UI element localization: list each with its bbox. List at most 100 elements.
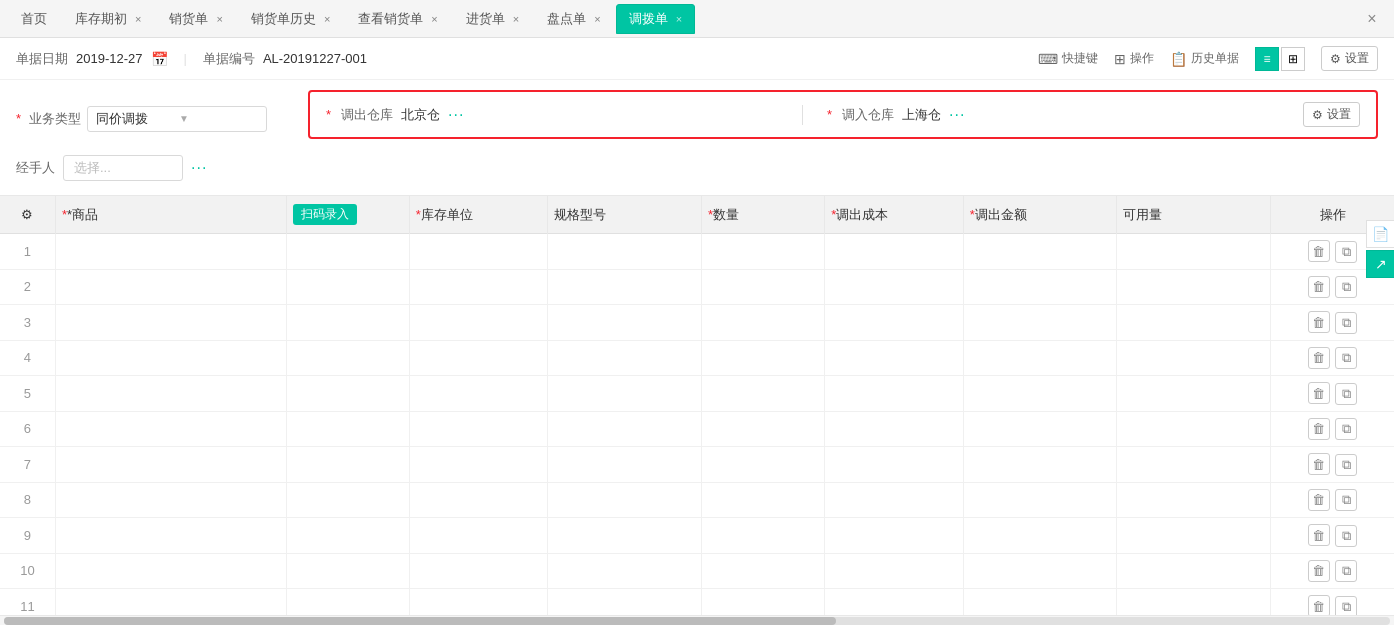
row-qty[interactable] — [702, 411, 825, 447]
row-qty[interactable] — [702, 589, 825, 616]
th-gear[interactable]: ⚙ — [0, 196, 55, 234]
row-copy-btn[interactable]: ⧉ — [1335, 347, 1357, 369]
row-cost[interactable] — [825, 482, 963, 518]
row-qty[interactable] — [702, 518, 825, 554]
row-unit[interactable] — [409, 482, 547, 518]
business-type-select[interactable]: 同价调拨 ▼ — [87, 106, 267, 132]
warehouse-out-more[interactable]: ··· — [448, 106, 464, 124]
tab-sales-order[interactable]: 销货单 × — [156, 4, 235, 34]
row-spec[interactable] — [548, 411, 702, 447]
warehouse-settings-button[interactable]: ⚙ 设置 — [1303, 102, 1360, 127]
tab-transfer[interactable]: 调拨单 × — [616, 4, 695, 34]
tab-view-sales[interactable]: 查看销货单 × — [345, 4, 450, 34]
row-delete-btn[interactable]: 🗑 — [1308, 382, 1330, 404]
row-delete-btn[interactable]: 🗑 — [1308, 453, 1330, 475]
row-product[interactable] — [55, 305, 286, 341]
row-cost[interactable] — [825, 447, 963, 483]
row-copy-btn[interactable]: ⧉ — [1335, 454, 1357, 476]
row-amount[interactable] — [963, 269, 1117, 305]
row-delete-btn[interactable]: 🗑 — [1308, 276, 1330, 298]
float-doc-button[interactable]: 📄 — [1366, 220, 1394, 248]
row-copy-btn[interactable]: ⧉ — [1335, 418, 1357, 440]
tab-sales-history[interactable]: 销货单历史 × — [238, 4, 343, 34]
row-amount[interactable] — [963, 305, 1117, 341]
row-delete-btn[interactable]: 🗑 — [1308, 311, 1330, 333]
handler-more[interactable]: ··· — [191, 159, 207, 177]
row-copy-btn[interactable]: ⧉ — [1335, 560, 1357, 582]
row-unit[interactable] — [409, 553, 547, 589]
row-product[interactable] — [55, 411, 286, 447]
row-cost[interactable] — [825, 376, 963, 412]
row-cost[interactable] — [825, 305, 963, 341]
tab-view-sales-close[interactable]: × — [431, 13, 437, 25]
row-cost[interactable] — [825, 518, 963, 554]
row-cost[interactable] — [825, 269, 963, 305]
row-delete-btn[interactable]: 🗑 — [1308, 595, 1330, 615]
tab-inventory-init[interactable]: 库存期初 × — [62, 4, 154, 34]
row-copy-btn[interactable]: ⧉ — [1335, 489, 1357, 511]
row-unit[interactable] — [409, 518, 547, 554]
row-amount[interactable] — [963, 482, 1117, 518]
layout-list-button[interactable]: ≡ — [1255, 47, 1279, 71]
row-product[interactable] — [55, 234, 286, 270]
tab-purchase-order[interactable]: 进货单 × — [453, 4, 532, 34]
row-amount[interactable] — [963, 411, 1117, 447]
horizontal-scrollbar[interactable] — [0, 615, 1394, 625]
row-amount[interactable] — [963, 376, 1117, 412]
row-copy-btn[interactable]: ⧉ — [1335, 525, 1357, 547]
tab-inventory-init-close[interactable]: × — [135, 13, 141, 25]
row-qty[interactable] — [702, 447, 825, 483]
row-spec[interactable] — [548, 376, 702, 412]
row-cost[interactable] — [825, 234, 963, 270]
row-delete-btn[interactable]: 🗑 — [1308, 560, 1330, 582]
shortcuts-button[interactable]: ⌨ 快捷键 — [1038, 50, 1098, 67]
row-spec[interactable] — [548, 518, 702, 554]
settings-button[interactable]: ⚙ 设置 — [1321, 46, 1378, 71]
row-copy-btn[interactable]: ⧉ — [1335, 276, 1357, 298]
row-unit[interactable] — [409, 269, 547, 305]
scrollbar-thumb[interactable] — [4, 617, 836, 625]
row-qty[interactable] — [702, 553, 825, 589]
row-product[interactable] — [55, 482, 286, 518]
row-copy-btn[interactable]: ⧉ — [1335, 312, 1357, 334]
row-product[interactable] — [55, 553, 286, 589]
row-qty[interactable] — [702, 269, 825, 305]
row-amount[interactable] — [963, 234, 1117, 270]
row-amount[interactable] — [963, 340, 1117, 376]
row-spec[interactable] — [548, 340, 702, 376]
row-amount[interactable] — [963, 447, 1117, 483]
row-amount[interactable] — [963, 589, 1117, 616]
row-cost[interactable] — [825, 340, 963, 376]
warehouse-in-more[interactable]: ··· — [949, 106, 965, 124]
tab-stocktake-close[interactable]: × — [594, 13, 600, 25]
row-spec[interactable] — [548, 482, 702, 518]
row-cost[interactable] — [825, 553, 963, 589]
row-spec[interactable] — [548, 269, 702, 305]
row-delete-btn[interactable]: 🗑 — [1308, 240, 1330, 262]
row-spec[interactable] — [548, 589, 702, 616]
row-qty[interactable] — [702, 340, 825, 376]
row-unit[interactable] — [409, 234, 547, 270]
row-amount[interactable] — [963, 518, 1117, 554]
row-delete-btn[interactable]: 🗑 — [1308, 489, 1330, 511]
row-copy-btn[interactable]: ⧉ — [1335, 383, 1357, 405]
row-qty[interactable] — [702, 234, 825, 270]
tab-stocktake[interactable]: 盘点单 × — [534, 4, 613, 34]
handler-select[interactable]: 选择... — [63, 155, 183, 181]
row-spec[interactable] — [548, 447, 702, 483]
calendar-icon[interactable]: 📅 — [151, 51, 168, 67]
row-product[interactable] — [55, 518, 286, 554]
row-product[interactable] — [55, 447, 286, 483]
row-product[interactable] — [55, 376, 286, 412]
row-unit[interactable] — [409, 376, 547, 412]
row-unit[interactable] — [409, 589, 547, 616]
row-copy-btn[interactable]: ⧉ — [1335, 596, 1357, 616]
row-delete-btn[interactable]: 🗑 — [1308, 524, 1330, 546]
row-unit[interactable] — [409, 340, 547, 376]
float-external-button[interactable]: ↗ — [1366, 250, 1394, 278]
row-unit[interactable] — [409, 411, 547, 447]
tab-sales-order-close[interactable]: × — [216, 13, 222, 25]
row-delete-btn[interactable]: 🗑 — [1308, 418, 1330, 440]
row-unit[interactable] — [409, 447, 547, 483]
scan-btn[interactable]: 扫码录入 — [293, 204, 357, 225]
